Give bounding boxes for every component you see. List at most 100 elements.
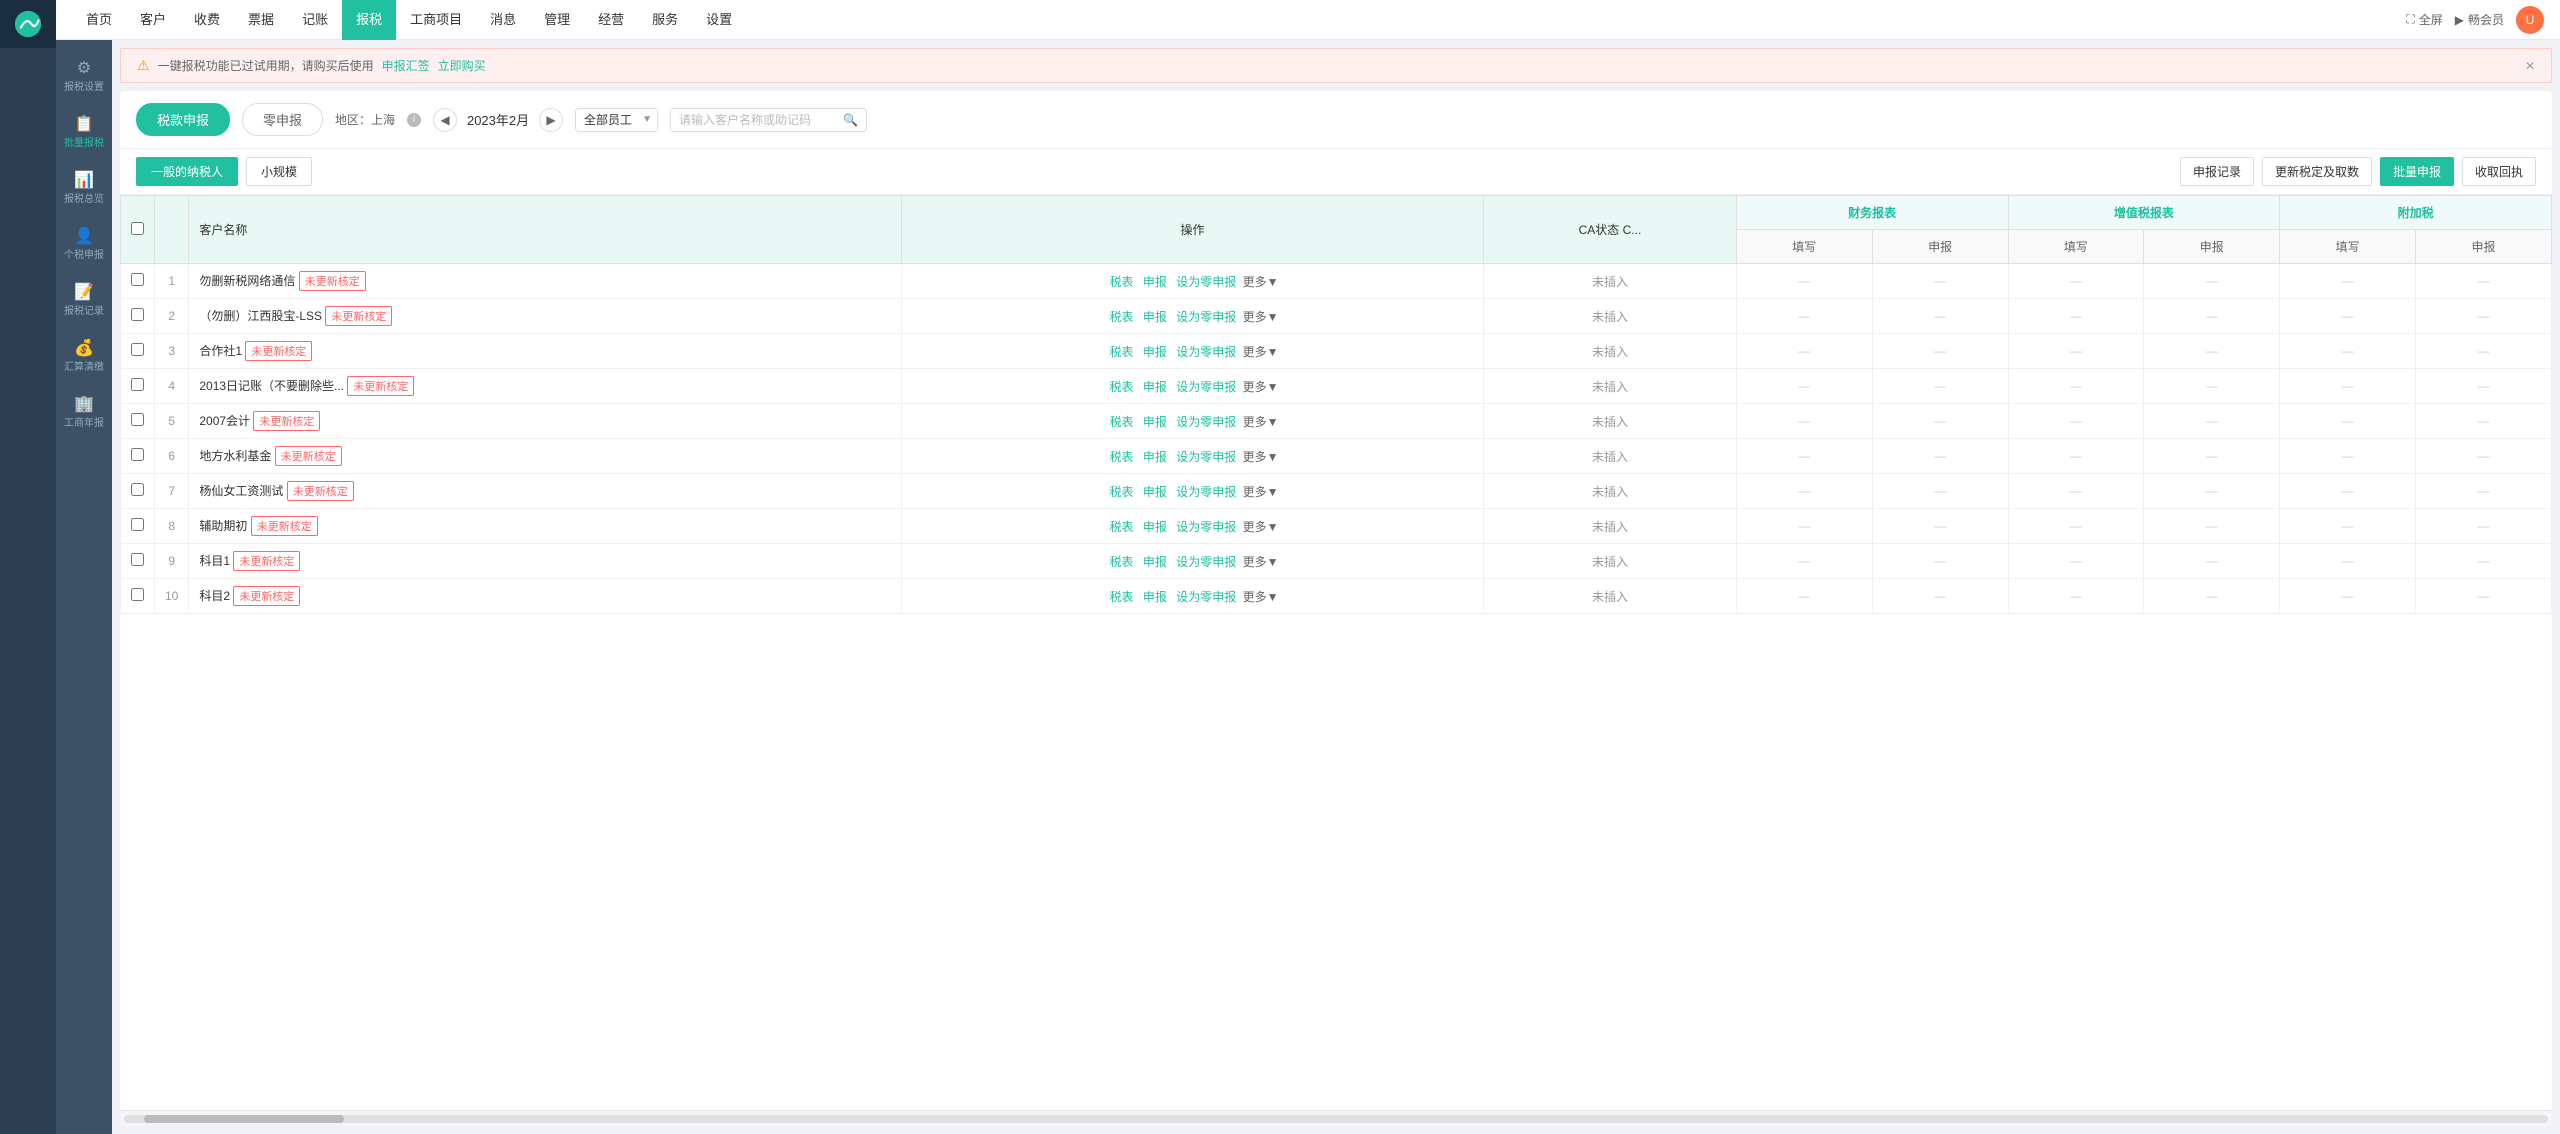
upgrade-btn[interactable]: ▶ 畅会员 [2455, 11, 2504, 28]
row-checkbox-6[interactable] [131, 448, 144, 461]
row-op-zero-2[interactable]: 设为零申报 [1176, 310, 1236, 324]
row-tax-fill-5: — [2008, 404, 2144, 439]
nav-settings[interactable]: 设置 [692, 0, 746, 40]
row-checkbox-1[interactable] [131, 273, 144, 286]
sub-nav-tax-record[interactable]: 📝 报税记录 [56, 272, 112, 328]
tab-general-taxpayer[interactable]: 一般的纳税人 [136, 157, 238, 186]
row-op-report-10[interactable]: 申报 [1143, 590, 1167, 604]
row-op-zero-5[interactable]: 设为零申报 [1176, 415, 1236, 429]
prev-month-btn[interactable]: ◀ [433, 108, 457, 132]
row-op-zero-1[interactable]: 设为零申报 [1176, 275, 1236, 289]
tab-tax-report[interactable]: 税款申报 [136, 103, 230, 136]
nav-manage[interactable]: 管理 [530, 0, 584, 40]
nav-service[interactable]: 服务 [638, 0, 692, 40]
row-op-taxform-8[interactable]: 税表 [1110, 520, 1134, 534]
scroll-track[interactable] [124, 1115, 2548, 1123]
row-op-zero-4[interactable]: 设为零申报 [1176, 380, 1236, 394]
nav-tax[interactable]: 报税 [342, 0, 396, 40]
row-op-taxform-3[interactable]: 税表 [1110, 345, 1134, 359]
row-op-more-10[interactable]: 更多▼ [1243, 590, 1279, 604]
row-op-taxform-1[interactable]: 税表 [1110, 275, 1134, 289]
nav-billing[interactable]: 收费 [180, 0, 234, 40]
sub-nav-annual-clear[interactable]: 💰 汇算清缴 [56, 328, 112, 384]
row-op-report-5[interactable]: 申报 [1143, 415, 1167, 429]
sub-nav-annual-report[interactable]: 🏢 工商年报 [56, 384, 112, 440]
dept-select[interactable]: 全部员工 [575, 108, 658, 132]
sub-nav-tax-overview[interactable]: 📊 报税总览 [56, 160, 112, 216]
row-checkbox-9[interactable] [131, 553, 144, 566]
row-op-more-3[interactable]: 更多▼ [1243, 345, 1279, 359]
row-op-report-4[interactable]: 申报 [1143, 380, 1167, 394]
row-op-more-8[interactable]: 更多▼ [1243, 520, 1279, 534]
notice-close-btn[interactable]: ✕ [2525, 59, 2535, 73]
row-checkbox-7[interactable] [131, 483, 144, 496]
row-fin-rep-7: — [1872, 474, 2008, 509]
row-op-zero-9[interactable]: 设为零申报 [1176, 555, 1236, 569]
withdraw-btn[interactable]: 收取回执 [2462, 157, 2536, 186]
row-op-zero-6[interactable]: 设为零申报 [1176, 450, 1236, 464]
row-op-taxform-9[interactable]: 税表 [1110, 555, 1134, 569]
row-op-more-7[interactable]: 更多▼ [1243, 485, 1279, 499]
row-company-4: 2013日记账（不要删除些... 未更新核定 [189, 369, 901, 404]
row-add-rep-8: — [2416, 509, 2552, 544]
warn-icon: ⚠ [137, 57, 150, 74]
update-btn[interactable]: 更新税定及取数 [2262, 157, 2372, 186]
notice-link2[interactable]: 立即购买 [438, 57, 486, 74]
row-op-more-6[interactable]: 更多▼ [1243, 450, 1279, 464]
batch-report-btn[interactable]: 批量申报 [2380, 157, 2454, 186]
row-op-report-9[interactable]: 申报 [1143, 555, 1167, 569]
row-op-report-1[interactable]: 申报 [1143, 275, 1167, 289]
next-month-btn[interactable]: ▶ [539, 108, 563, 132]
avatar[interactable]: U [2516, 6, 2544, 34]
row-op-taxform-4[interactable]: 税表 [1110, 380, 1134, 394]
row-op-more-4[interactable]: 更多▼ [1243, 380, 1279, 394]
scroll-thumb[interactable] [144, 1115, 344, 1123]
row-op-taxform-7[interactable]: 税表 [1110, 485, 1134, 499]
nav-bookkeeping[interactable]: 记账 [288, 0, 342, 40]
row-op-report-6[interactable]: 申报 [1143, 450, 1167, 464]
row-op-taxform-2[interactable]: 税表 [1110, 310, 1134, 324]
row-op-more-9[interactable]: 更多▼ [1243, 555, 1279, 569]
nav-message[interactable]: 消息 [476, 0, 530, 40]
row-op-taxform-6[interactable]: 税表 [1110, 450, 1134, 464]
row-op-zero-7[interactable]: 设为零申报 [1176, 485, 1236, 499]
location-info-icon[interactable]: i [407, 113, 421, 127]
dept-select-wrapper: 全部员工 ▼ [575, 108, 658, 132]
row-checkbox-10[interactable] [131, 588, 144, 601]
row-op-report-3[interactable]: 申报 [1143, 345, 1167, 359]
row-op-more-5[interactable]: 更多▼ [1243, 415, 1279, 429]
row-op-zero-3[interactable]: 设为零申报 [1176, 345, 1236, 359]
row-op-report-8[interactable]: 申报 [1143, 520, 1167, 534]
tab-small-scale[interactable]: 小规模 [246, 157, 312, 186]
row-checkbox-3[interactable] [131, 343, 144, 356]
notice-link1[interactable]: 申报汇签 [382, 57, 430, 74]
row-op-report-7[interactable]: 申报 [1143, 485, 1167, 499]
row-op-zero-8[interactable]: 设为零申报 [1176, 520, 1236, 534]
row-checkbox-2[interactable] [131, 308, 144, 321]
nav-customer[interactable]: 客户 [126, 0, 180, 40]
row-checkbox-4[interactable] [131, 378, 144, 391]
sub-nav-personal-tax[interactable]: 👤 个税申报 [56, 216, 112, 272]
nav-operation[interactable]: 经营 [584, 0, 638, 40]
row-checkbox-5[interactable] [131, 413, 144, 426]
fullscreen-btn[interactable]: ⛶ 全屏 [2406, 11, 2442, 28]
nav-business[interactable]: 工商项目 [396, 0, 476, 40]
search-icon[interactable]: 🔍 [843, 113, 858, 127]
row-op-zero-10[interactable]: 设为零申报 [1176, 590, 1236, 604]
row-op-more-2[interactable]: 更多▼ [1243, 310, 1279, 324]
row-op-more-1[interactable]: 更多▼ [1243, 275, 1279, 289]
select-all-checkbox[interactable] [131, 222, 144, 235]
record-btn[interactable]: 申报记录 [2180, 157, 2254, 186]
row-op-taxform-10[interactable]: 税表 [1110, 590, 1134, 604]
search-input[interactable] [679, 113, 839, 127]
date-nav: ◀ 2023年2月 ▶ [433, 108, 563, 132]
row-op-taxform-5[interactable]: 税表 [1110, 415, 1134, 429]
sub-nav-tax-settings[interactable]: ⚙ 报税设置 [56, 48, 112, 104]
row-op-report-2[interactable]: 申报 [1143, 310, 1167, 324]
sub-nav-batch-tax[interactable]: 📋 批量报税 [56, 104, 112, 160]
row-checkbox-8[interactable] [131, 518, 144, 531]
header-checkbox [121, 196, 155, 264]
nav-invoice[interactable]: 票据 [234, 0, 288, 40]
tab-zero-report[interactable]: 零申报 [242, 103, 323, 136]
nav-home[interactable]: 首页 [72, 0, 126, 40]
